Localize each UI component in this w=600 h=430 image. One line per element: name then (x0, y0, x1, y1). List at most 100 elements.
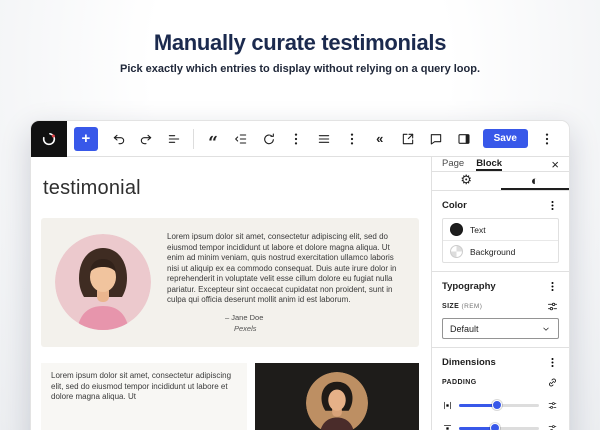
background-color-row[interactable]: Background (443, 240, 558, 262)
styles-icon: ◐ (531, 173, 539, 188)
gear-icon: ⚙ (460, 172, 472, 188)
editor-content: testimonial Lorem ipsum dolor sit amet, … (31, 157, 569, 430)
redo-icon (138, 131, 154, 147)
site-logo[interactable] (31, 121, 67, 157)
padding-vertical-icon (442, 423, 453, 430)
settings-sidebar: Page Block × ⚙ ◐ Color (431, 157, 569, 430)
toolbar-separator (193, 129, 194, 149)
citation-author: – Jane Doe (225, 313, 263, 322)
tab-settings[interactable]: ⚙ (432, 172, 501, 190)
dimensions-panel: Dimensions PADDING (432, 348, 569, 430)
font-size-value: Default (450, 324, 479, 334)
collapse-toolbar-button[interactable]: « (368, 127, 392, 151)
color-panel-options-button[interactable] (545, 198, 559, 212)
close-sidebar-button[interactable]: × (551, 158, 559, 171)
text-color-label: Text (470, 225, 486, 235)
kebab-menu-icon (546, 280, 559, 293)
size-label: SIZE (442, 303, 459, 310)
testimonial-text: Lorem ipsum dolor sit amet, consectetur … (167, 232, 405, 306)
testimonial-citation: – Jane Doe Pexels (167, 313, 405, 333)
background-color-swatch (450, 245, 463, 258)
document-overview-button[interactable] (162, 127, 186, 151)
slider-handle[interactable] (492, 400, 502, 410)
dimensions-panel-title: Dimensions (442, 357, 496, 368)
padding-vertical-custom-button[interactable] (545, 421, 559, 430)
close-icon: × (551, 157, 559, 172)
hero-title: Manually curate testimonials (0, 30, 600, 56)
man-avatar-image (306, 372, 368, 430)
sliders-icon (546, 300, 559, 313)
second-testimonial-text-block[interactable]: Lorem ipsum dolor sit amet, consectetur … (41, 363, 247, 430)
site-logo-icon (41, 131, 57, 147)
sidebar-icon-tabs: ⚙ ◐ (432, 172, 569, 191)
second-testimonial-image-block[interactable] (255, 363, 419, 430)
rotate-icon (261, 131, 277, 147)
color-panel-title: Color (442, 200, 467, 211)
block-mover-button[interactable] (229, 127, 253, 151)
alignment-button[interactable] (312, 127, 336, 151)
typography-panel: Typography SIZE (REM) Default (432, 272, 569, 348)
sidebar-panel-icon (456, 131, 472, 147)
collapse-icon: « (376, 131, 383, 146)
editor-options-button[interactable] (535, 127, 559, 151)
second-testimonial-row: Lorem ipsum dolor sit amet, consectetur … (41, 363, 419, 430)
block-inserter-button[interactable]: + (74, 127, 98, 151)
hero-subtitle: Pick exactly which entries to display wi… (0, 63, 600, 75)
external-link-icon (400, 131, 416, 147)
text-color-swatch (450, 223, 463, 236)
citation-source: Pexels (225, 324, 405, 333)
padding-horizontal-slider[interactable] (459, 404, 539, 407)
comment-bubble-icon (428, 131, 444, 147)
padding-vertical-slider[interactable] (459, 427, 539, 430)
padding-label: PADDING (442, 379, 477, 386)
hero-section: Manually curate testimonials Pick exactl… (0, 0, 600, 75)
more-options-button[interactable] (340, 127, 364, 151)
kebab-menu-icon (344, 131, 360, 147)
text-color-row[interactable]: Text (443, 219, 558, 240)
testimonial-block[interactable]: Lorem ipsum dolor sit amet, consectetur … (41, 218, 419, 347)
link-icon (546, 376, 559, 389)
editor-toolbar: + “ « (31, 121, 569, 157)
typography-panel-title: Typography (442, 281, 496, 292)
save-button[interactable]: Save (483, 129, 528, 148)
block-options-button[interactable] (284, 127, 308, 151)
quote-icon: “ (208, 129, 218, 148)
quote-block-button[interactable]: “ (201, 127, 225, 151)
toolbar-right-group: Save (394, 127, 569, 151)
testimonial-body: Lorem ipsum dolor sit amet, consectetur … (167, 232, 405, 333)
plus-icon: + (82, 130, 91, 147)
background-color-label: Background (470, 247, 515, 257)
chevron-down-icon (541, 324, 551, 334)
redo-button[interactable] (135, 127, 159, 151)
tab-styles[interactable]: ◐ (501, 172, 570, 190)
typography-panel-options-button[interactable] (545, 279, 559, 293)
kebab-menu-icon (288, 131, 304, 147)
padding-horizontal-custom-button[interactable] (545, 398, 559, 412)
tab-page[interactable]: Page (442, 157, 464, 171)
block-transform-button[interactable] (257, 127, 281, 151)
woman-avatar-image (55, 234, 151, 330)
font-size-select[interactable]: Default (442, 318, 559, 339)
editor-window: + “ « (30, 120, 570, 430)
post-title-field[interactable]: testimonial (43, 177, 419, 200)
list-view-icon (166, 131, 182, 147)
second-avatar (306, 372, 368, 430)
preview-external-button[interactable] (396, 127, 420, 151)
tab-block[interactable]: Block (476, 157, 502, 171)
slider-handle[interactable] (490, 423, 500, 430)
sidebar-tabs: Page Block × (432, 157, 569, 172)
comments-button[interactable] (424, 127, 448, 151)
undo-icon (111, 131, 127, 147)
kebab-menu-icon (546, 199, 559, 212)
size-custom-button[interactable] (545, 299, 559, 313)
indent-arrow-icon (233, 131, 249, 147)
padding-link-toggle-button[interactable] (545, 375, 559, 389)
color-panel: Color Text Background (432, 191, 569, 272)
testimonial-avatar (55, 234, 151, 330)
padding-horizontal-row (442, 398, 559, 412)
undo-button[interactable] (107, 127, 131, 151)
dimensions-panel-options-button[interactable] (545, 355, 559, 369)
sidebar-toggle-button[interactable] (452, 127, 476, 151)
color-settings-box: Text Background (442, 218, 559, 263)
size-unit-label: (REM) (462, 303, 483, 310)
